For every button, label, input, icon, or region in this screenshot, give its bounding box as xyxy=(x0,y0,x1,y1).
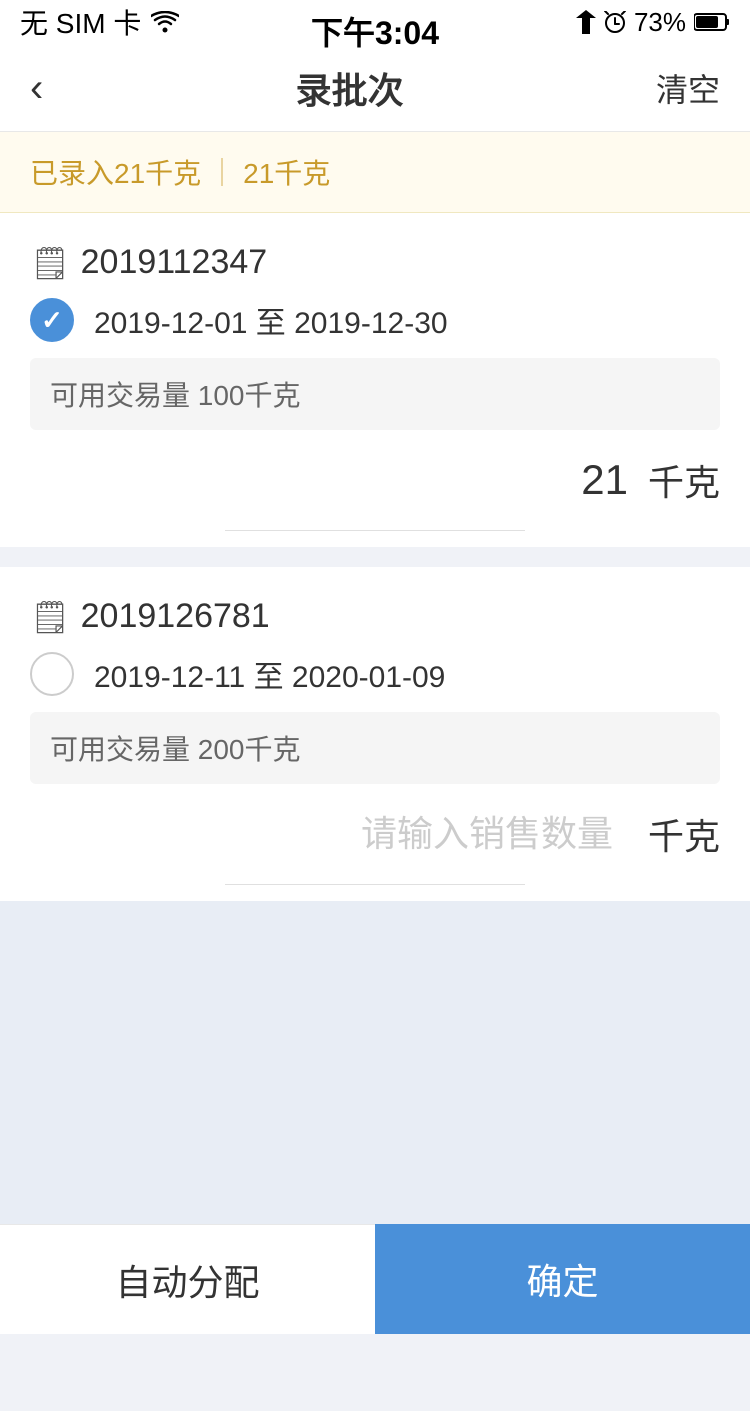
status-time: 下午3:04 xyxy=(311,8,439,54)
batch-card-2: 🗒 2019126781 2019-12-11 至 2020-01-09 可用交… xyxy=(0,567,750,784)
batch1-header: 🗒 2019112347 xyxy=(30,243,720,282)
back-button[interactable]: ‹ xyxy=(30,68,43,108)
alarm-icon xyxy=(604,11,626,33)
batch2-unit: 千克 xyxy=(648,808,720,860)
nav-bar: ‹ 录批次 清空 xyxy=(0,44,750,132)
batch2-radio[interactable] xyxy=(30,652,74,696)
batch2-divider-wrap xyxy=(0,884,750,901)
batch1-divider-line xyxy=(225,530,525,531)
batch1-available: 可用交易量 100千克 xyxy=(30,358,720,430)
main-content: 已录入21千克 21千克 🗒 2019112347 2019-12-01 至 2… xyxy=(0,132,750,1411)
batch1-amount-unit: 千克 xyxy=(648,454,720,506)
batch1-icon: 🗒 xyxy=(30,244,71,282)
location-icon xyxy=(576,10,596,34)
batch1-date-row[interactable]: 2019-12-01 至 2019-12-30 xyxy=(30,298,720,342)
recorded-value: 21千克 xyxy=(243,152,330,192)
bottom-bar: 自动分配 确定 xyxy=(0,1224,750,1334)
info-banner: 已录入21千克 21千克 xyxy=(0,132,750,213)
status-left: 无 SIM 卡 xyxy=(20,2,179,42)
batch2-icon: 🗒 xyxy=(30,598,71,636)
batch1-id: 2019112347 xyxy=(81,243,268,282)
status-right: 73% xyxy=(576,7,730,38)
confirm-button[interactable]: 确定 xyxy=(375,1224,750,1334)
auto-distribute-button[interactable]: 自动分配 xyxy=(0,1224,375,1334)
status-bar: 无 SIM 卡 下午3:04 73% xyxy=(0,0,750,44)
batch2-id: 2019126781 xyxy=(81,597,270,636)
battery-text: 73% xyxy=(634,7,686,38)
batch1-amount-value: 21 xyxy=(581,456,628,504)
quantity-input[interactable] xyxy=(328,813,628,855)
recorded-label: 已录入21千克 xyxy=(30,152,201,192)
no-sim-text: 无 SIM 卡 xyxy=(20,2,141,42)
batch2-available: 可用交易量 200千克 xyxy=(30,712,720,784)
section-divider xyxy=(0,547,750,567)
batch-card-1: 🗒 2019112347 2019-12-01 至 2019-12-30 可用交… xyxy=(0,213,750,430)
clear-button[interactable]: 清空 xyxy=(656,65,720,111)
batch2-header: 🗒 2019126781 xyxy=(30,597,720,636)
batch1-amount-row: 21 千克 xyxy=(0,430,750,530)
batch2-date-row[interactable]: 2019-12-11 至 2020-01-09 xyxy=(30,652,720,696)
batch2-divider-line xyxy=(225,884,525,885)
batch2-input-row: 千克 xyxy=(0,784,750,884)
batch2-date: 2019-12-11 至 2020-01-09 xyxy=(94,652,445,696)
battery-icon xyxy=(694,12,730,32)
batch1-radio[interactable] xyxy=(30,298,74,342)
wifi-icon xyxy=(151,11,179,33)
batch1-date: 2019-12-01 至 2019-12-30 xyxy=(94,298,448,342)
info-divider xyxy=(221,158,223,186)
batch1-divider-wrap xyxy=(0,530,750,547)
page-title: 录批次 xyxy=(296,62,404,114)
